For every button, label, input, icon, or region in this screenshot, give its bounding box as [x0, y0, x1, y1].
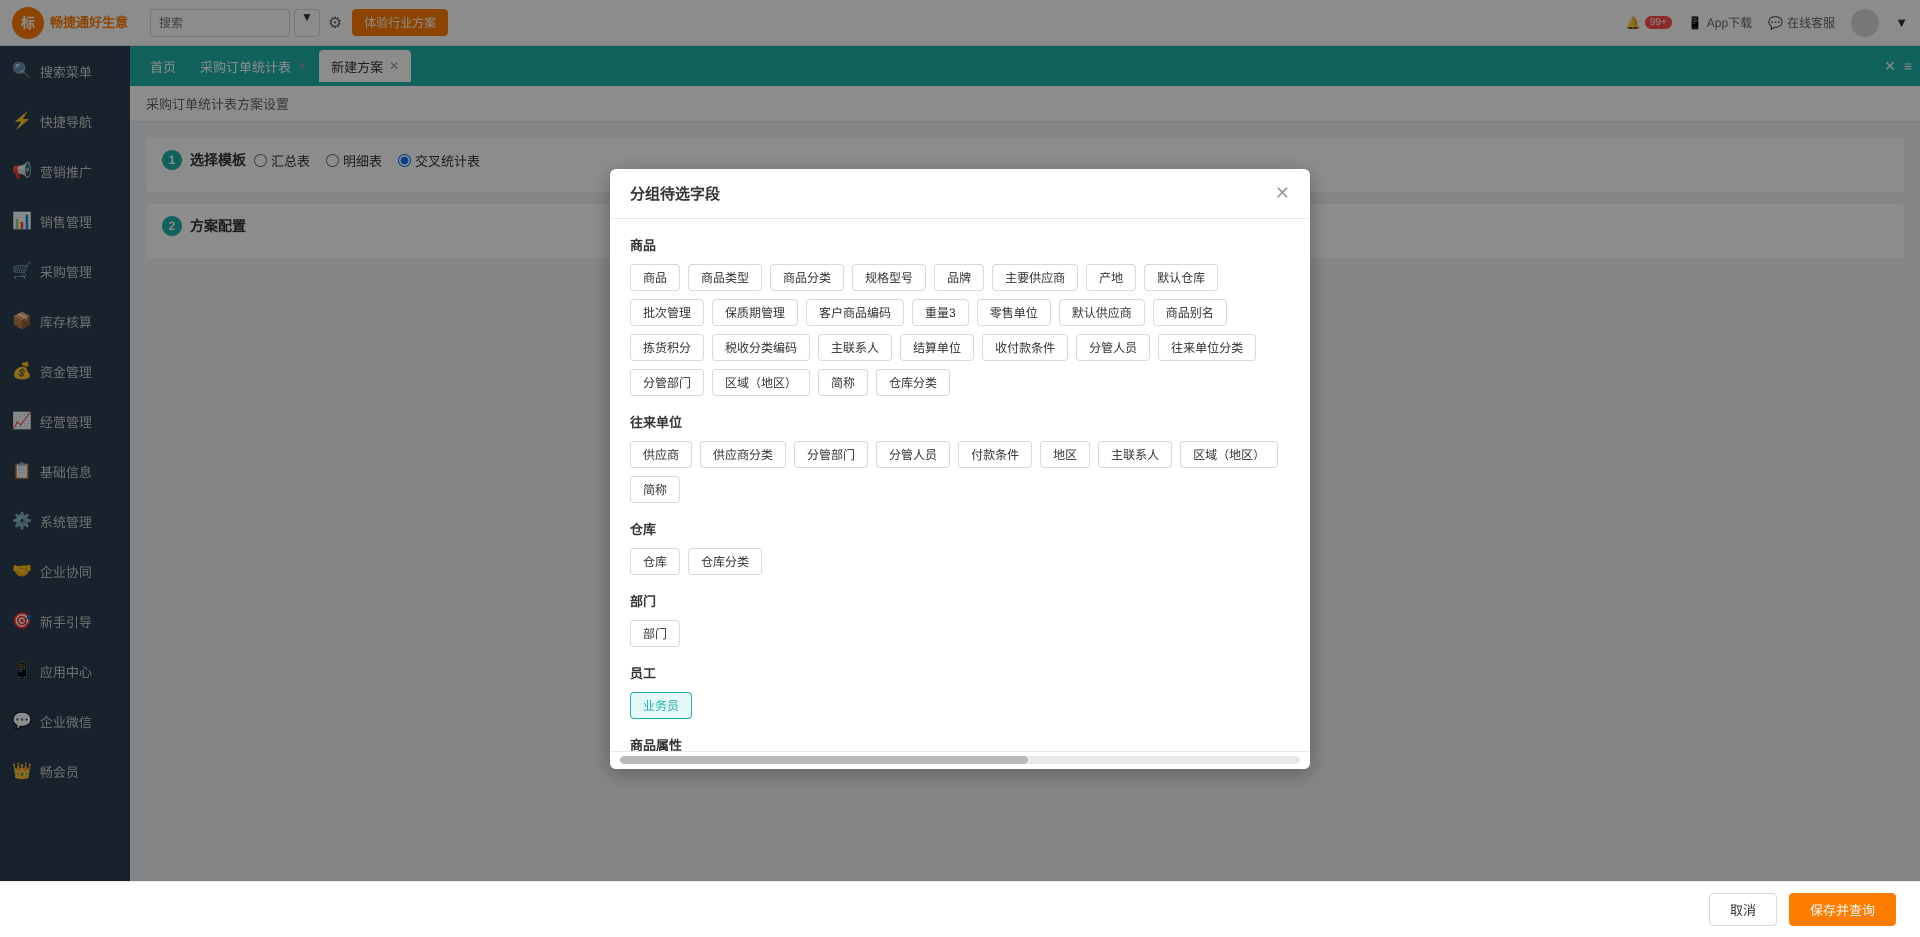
field-tag[interactable]: 批次管理: [630, 299, 704, 326]
field-tag[interactable]: 付款条件: [958, 441, 1032, 468]
field-tag[interactable]: 部门: [630, 620, 680, 647]
field-tag[interactable]: 供应商: [630, 441, 692, 468]
field-tag[interactable]: 保质期管理: [712, 299, 798, 326]
field-tag[interactable]: 简称: [630, 476, 680, 503]
modal-header: 分组待选字段 ✕: [610, 169, 1310, 219]
field-tag[interactable]: 商品: [630, 264, 680, 291]
field-tags-warehouse: 仓库 仓库分类: [630, 548, 1290, 575]
field-tag[interactable]: 分管部门: [794, 441, 868, 468]
modal-bottom-scrollbar-area: [610, 751, 1310, 769]
modal-footer: 取消 保存并查询: [0, 881, 1920, 937]
field-tag[interactable]: 产地: [1086, 264, 1136, 291]
field-tags-product: 商品 商品类型 商品分类 规格型号 品牌 主要供应商 产地 默认仓库 批次管理 …: [630, 264, 1290, 396]
field-section-warehouse: 仓库 仓库 仓库分类: [630, 519, 1290, 575]
field-section-employee: 员工 业务员: [630, 663, 1290, 719]
field-section-warehouse-title: 仓库: [630, 519, 1290, 538]
field-section-product-title: 商品: [630, 235, 1290, 254]
modal-overlay: 分组待选字段 ✕ 商品 商品 商品类型 商品分类 规格型号 品牌 主要供应商 产…: [0, 0, 1920, 937]
field-tag[interactable]: 重量3: [912, 299, 969, 326]
modal-close-icon[interactable]: ✕: [1275, 183, 1290, 204]
field-tag[interactable]: 客户商品编码: [806, 299, 904, 326]
field-tag-salesperson[interactable]: 业务员: [630, 692, 692, 719]
field-tag[interactable]: 往来单位分类: [1158, 334, 1256, 361]
modal-dialog: 分组待选字段 ✕ 商品 商品 商品类型 商品分类 规格型号 品牌 主要供应商 产…: [610, 169, 1310, 769]
field-section-product-attr-title: 商品属性: [630, 735, 1290, 751]
scrollbar-thumb: [620, 756, 1028, 764]
field-tag[interactable]: 区域（地区）: [712, 369, 810, 396]
field-tags-employee: 业务员: [630, 692, 1290, 719]
field-tag[interactable]: 分管部门: [630, 369, 704, 396]
field-tag[interactable]: 默认仓库: [1144, 264, 1218, 291]
field-tag[interactable]: 收付款条件: [982, 334, 1068, 361]
field-tag[interactable]: 默认供应商: [1059, 299, 1145, 326]
field-tag[interactable]: 主联系人: [818, 334, 892, 361]
field-tag[interactable]: 分管人员: [1076, 334, 1150, 361]
field-tag[interactable]: 仓库分类: [688, 548, 762, 575]
field-tag[interactable]: 规格型号: [852, 264, 926, 291]
field-tag[interactable]: 供应商分类: [700, 441, 786, 468]
save-query-button[interactable]: 保存并查询: [1789, 893, 1896, 926]
modal-title: 分组待选字段: [630, 183, 720, 204]
field-tag[interactable]: 商品别名: [1153, 299, 1227, 326]
field-tag[interactable]: 简称: [818, 369, 868, 396]
field-section-employee-title: 员工: [630, 663, 1290, 682]
field-tag[interactable]: 主联系人: [1098, 441, 1172, 468]
field-tag[interactable]: 拣货积分: [630, 334, 704, 361]
field-tag[interactable]: 商品分类: [770, 264, 844, 291]
cancel-button[interactable]: 取消: [1709, 893, 1777, 926]
field-section-dept: 部门 部门: [630, 591, 1290, 647]
field-tag[interactable]: 商品类型: [688, 264, 762, 291]
field-tag[interactable]: 主要供应商: [992, 264, 1078, 291]
field-tag[interactable]: 地区: [1040, 441, 1090, 468]
field-section-product: 商品 商品 商品类型 商品分类 规格型号 品牌 主要供应商 产地 默认仓库 批次…: [630, 235, 1290, 396]
field-section-product-attr: 商品属性 属性 颜色 多规格 尺码 鞋码 1: [630, 735, 1290, 751]
field-section-dept-title: 部门: [630, 591, 1290, 610]
field-tags-partner: 供应商 供应商分类 分管部门 分管人员 付款条件 地区 主联系人 区域（地区） …: [630, 441, 1290, 503]
field-tag[interactable]: 分管人员: [876, 441, 950, 468]
field-tag[interactable]: 区域（地区）: [1180, 441, 1278, 468]
field-section-partner-title: 往来单位: [630, 412, 1290, 431]
modal-body: 商品 商品 商品类型 商品分类 规格型号 品牌 主要供应商 产地 默认仓库 批次…: [610, 219, 1310, 751]
horizontal-scrollbar[interactable]: [620, 756, 1300, 764]
field-tag[interactable]: 税收分类编码: [712, 334, 810, 361]
field-tag[interactable]: 结算单位: [900, 334, 974, 361]
field-tag[interactable]: 仓库分类: [876, 369, 950, 396]
field-section-partner: 往来单位 供应商 供应商分类 分管部门 分管人员 付款条件 地区 主联系人 区域…: [630, 412, 1290, 503]
field-tag[interactable]: 品牌: [934, 264, 984, 291]
field-tag[interactable]: 零售单位: [977, 299, 1051, 326]
field-tags-dept: 部门: [630, 620, 1290, 647]
field-tag[interactable]: 仓库: [630, 548, 680, 575]
